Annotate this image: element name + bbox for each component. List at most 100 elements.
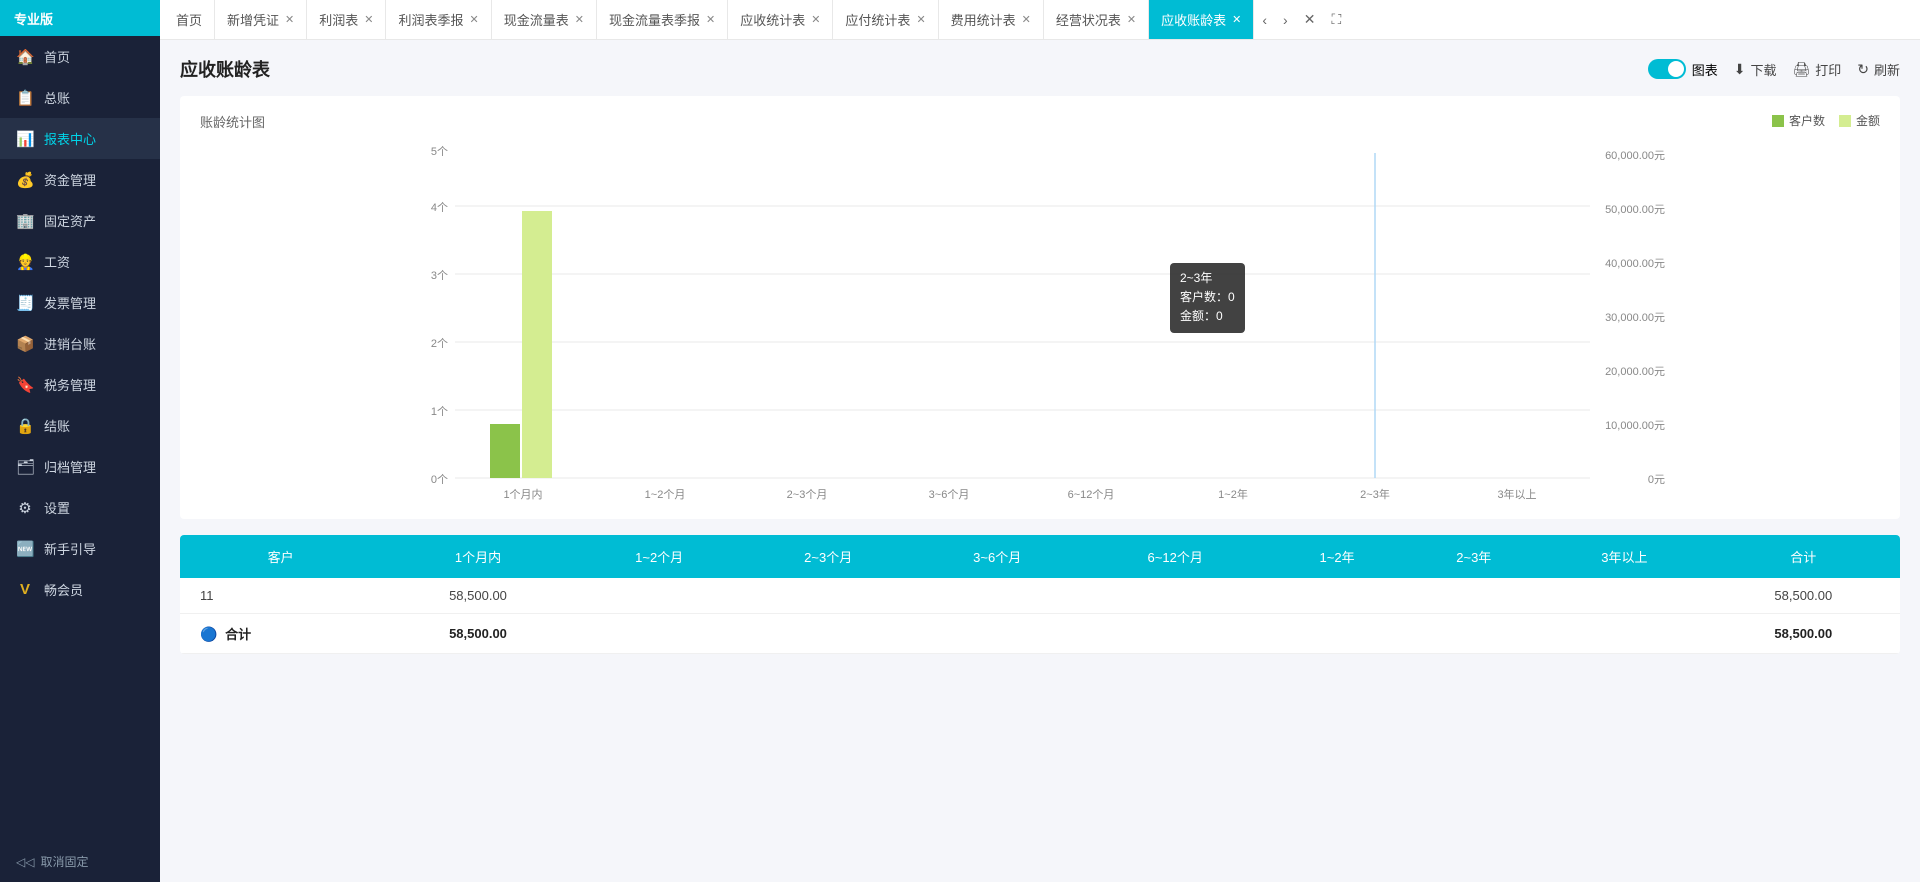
sidebar-item-assets[interactable]: 🏢 固定资产 — [0, 200, 160, 241]
assets-icon: 🏢 — [16, 212, 34, 230]
tab-close-all-button[interactable]: ✕ — [1296, 0, 1324, 40]
closing-icon: 🔒 — [16, 417, 34, 435]
tab-cashflow-quarter[interactable]: 现金流量表季报 ✕ — [597, 0, 728, 40]
col-m6-12: 6~12个月 — [1082, 535, 1269, 578]
svg-text:4个: 4个 — [431, 201, 448, 214]
tab-operation[interactable]: 经营状况表 ✕ — [1044, 0, 1149, 40]
row-m2-3 — [744, 578, 913, 614]
total-icon: 🔵 — [200, 626, 217, 642]
tax-icon: 🔖 — [16, 376, 34, 394]
tab-profit-quarter[interactable]: 利润表季报 ✕ — [386, 0, 491, 40]
tab-profit-quarter-close[interactable]: ✕ — [470, 13, 479, 26]
toggle-knob — [1668, 61, 1684, 77]
legend-amount-dot — [1839, 115, 1851, 127]
tab-profit[interactable]: 利润表 ✕ — [307, 0, 386, 40]
refresh-button[interactable]: ↻ 刷新 — [1857, 60, 1900, 79]
page-content: 应收账龄表 图表 ⬇ 下载 🖨 打印 ↻ 刷新 — [160, 40, 1920, 882]
download-button[interactable]: ⬇ 下载 — [1734, 60, 1777, 79]
sidebar-item-inventory[interactable]: 📦 进销台账 — [0, 323, 160, 364]
total-m2-3 — [744, 614, 913, 654]
chart-svg-wrapper: 0个 1个 2个 3个 4个 5个 0元 10,000.00元 20,000.0… — [200, 143, 1880, 503]
svg-text:50,000.00元: 50,000.00元 — [1605, 204, 1665, 216]
total-m1: 58,500.00 — [381, 614, 574, 654]
sidebar-item-invoice[interactable]: 🧾 发票管理 — [0, 282, 160, 323]
tab-cashflow[interactable]: 现金流量表 ✕ — [492, 0, 597, 40]
tab-ap-stats-close[interactable]: ✕ — [916, 13, 925, 26]
svg-text:1~2年: 1~2年 — [1218, 487, 1248, 501]
print-button[interactable]: 🖨 打印 — [1792, 60, 1841, 79]
svg-text:1个: 1个 — [431, 405, 448, 418]
finance-icon: 💰 — [16, 171, 34, 189]
refresh-icon: ↻ — [1857, 61, 1869, 78]
sidebar-item-vip[interactable]: V 畅会员 — [0, 569, 160, 610]
row-m3-6 — [913, 578, 1082, 614]
home-icon: 🏠 — [16, 48, 34, 66]
tab-profit-close[interactable]: ✕ — [364, 13, 373, 26]
tab-prev-button[interactable]: ‹ — [1254, 0, 1275, 40]
row-y3plus — [1542, 578, 1706, 614]
col-m1: 1个月内 — [381, 535, 574, 578]
col-y3plus: 3年以上 — [1542, 535, 1706, 578]
row-y1-2 — [1269, 578, 1406, 614]
main-area: 首页 新增凭证 ✕ 利润表 ✕ 利润表季报 ✕ 现金流量表 ✕ 现金流量表季报 … — [160, 0, 1920, 882]
inventory-icon: 📦 — [16, 335, 34, 353]
vip-icon: V — [16, 581, 34, 598]
svg-text:3个: 3个 — [431, 269, 448, 282]
sidebar-item-payroll[interactable]: 👷 工资 — [0, 241, 160, 282]
download-icon: ⬇ — [1734, 61, 1746, 78]
invoice-icon: 🧾 — [16, 294, 34, 312]
total-label: 🔵 合计 — [180, 614, 381, 654]
toggle-track[interactable] — [1648, 59, 1686, 79]
chart-toggle[interactable]: 图表 — [1648, 59, 1718, 79]
tab-ar-aging-close[interactable]: ✕ — [1232, 13, 1241, 26]
legend-customers-dot — [1772, 115, 1784, 127]
total-y3plus — [1542, 614, 1706, 654]
toggle-label: 图表 — [1692, 60, 1718, 79]
tab-operation-close[interactable]: ✕ — [1127, 13, 1136, 26]
total-y2-3 — [1405, 614, 1542, 654]
tab-voucher-close[interactable]: ✕ — [285, 13, 294, 26]
tab-ar-aging[interactable]: 应收账龄表 ✕ — [1149, 0, 1254, 40]
svg-text:1~2个月: 1~2个月 — [645, 488, 686, 501]
col-y1-2: 1~2年 — [1269, 535, 1406, 578]
tab-expense-close[interactable]: ✕ — [1022, 13, 1031, 26]
total-total: 58,500.00 — [1707, 614, 1900, 654]
sidebar-item-archive[interactable]: 🗂 归档管理 — [0, 446, 160, 487]
sidebar-item-finance[interactable]: 💰 资金管理 — [0, 159, 160, 200]
tab-ar-stats[interactable]: 应收统计表 ✕ — [728, 0, 833, 40]
tab-cashflow-quarter-close[interactable]: ✕ — [706, 13, 715, 26]
tab-ar-stats-close[interactable]: ✕ — [811, 13, 820, 26]
sidebar-logo: 专业版 — [0, 0, 160, 36]
header-actions: 图表 ⬇ 下载 🖨 打印 ↻ 刷新 — [1648, 59, 1900, 79]
sidebar-item-ledger[interactable]: 📋 总账 — [0, 77, 160, 118]
table-total-row: 🔵 合计 58,500.00 58,500.00 — [180, 614, 1900, 654]
sidebar-item-settings[interactable]: ⚙ 设置 — [0, 487, 160, 528]
page-header: 应收账龄表 图表 ⬇ 下载 🖨 打印 ↻ 刷新 — [180, 56, 1900, 82]
sidebar-item-guide[interactable]: 🆕 新手引导 — [0, 528, 160, 569]
bar-customers-1 — [490, 424, 520, 478]
tab-voucher[interactable]: 新增凭证 ✕ — [215, 0, 307, 40]
svg-text:5个: 5个 — [431, 145, 448, 158]
col-m3-6: 3~6个月 — [913, 535, 1082, 578]
svg-text:10,000.00元: 10,000.00元 — [1605, 420, 1665, 432]
tab-next-button[interactable]: › — [1275, 0, 1296, 40]
chart-container: 账龄统计图 客户数 金额 0个 1个 2个 3个 4个 — [180, 96, 1900, 519]
svg-text:30,000.00元: 30,000.00元 — [1605, 312, 1665, 324]
bar-amount-1 — [522, 211, 552, 478]
tab-ap-stats[interactable]: 应付统计表 ✕ — [833, 0, 938, 40]
tab-expense[interactable]: 费用统计表 ✕ — [939, 0, 1044, 40]
svg-text:20,000.00元: 20,000.00元 — [1605, 366, 1665, 378]
sidebar-item-reports[interactable]: 📊 报表中心 — [0, 118, 160, 159]
sidebar-item-home[interactable]: 🏠 首页 — [0, 36, 160, 77]
sidebar-item-closing[interactable]: 🔒 结账 — [0, 405, 160, 446]
archive-icon: 🗂 — [16, 458, 34, 476]
col-y2-3: 2~3年 — [1405, 535, 1542, 578]
tab-cashflow-close[interactable]: ✕ — [575, 13, 584, 26]
sidebar: 专业版 🏠 首页 📋 总账 📊 报表中心 💰 资金管理 🏢 固定资产 👷 工资 … — [0, 0, 160, 882]
unpin-button[interactable]: ◁◁ 取消固定 — [0, 841, 160, 882]
sidebar-item-tax[interactable]: 🔖 税务管理 — [0, 364, 160, 405]
chart-svg: 0个 1个 2个 3个 4个 5个 0元 10,000.00元 20,000.0… — [200, 143, 1880, 503]
tab-fullscreen-button[interactable]: ⛶ — [1323, 0, 1349, 40]
tab-home[interactable]: 首页 — [164, 0, 215, 40]
row-y2-3 — [1405, 578, 1542, 614]
